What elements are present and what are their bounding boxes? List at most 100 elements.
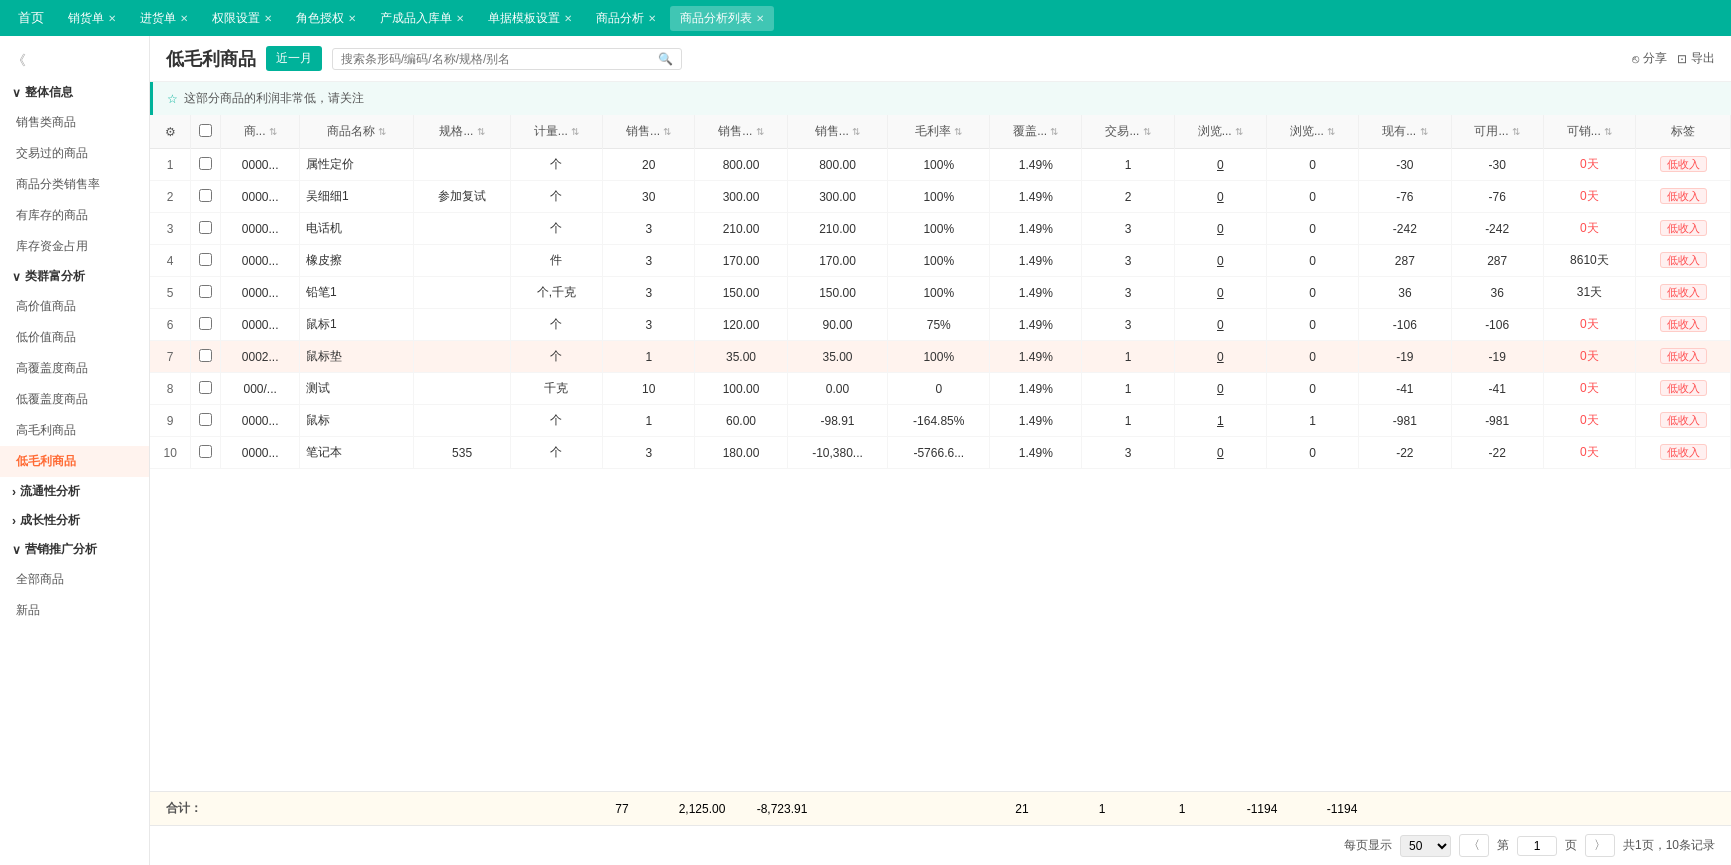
row-view1[interactable]: 0 (1174, 309, 1266, 341)
col-tag[interactable]: 标签 (1636, 115, 1731, 149)
row-stock2: 36 (1451, 277, 1543, 309)
sidebar-item-traded-products[interactable]: 交易过的商品 (0, 138, 149, 169)
nav-permissions[interactable]: 权限设置 ✕ (202, 6, 282, 31)
nav-close-sales[interactable]: ✕ (108, 13, 116, 24)
row-view1[interactable]: 0 (1174, 149, 1266, 181)
row-checkbox[interactable] (191, 149, 221, 181)
sidebar-item-all-products[interactable]: 全部商品 (0, 564, 149, 595)
sidebar-item-low-coverage[interactable]: 低覆盖度商品 (0, 384, 149, 415)
sidebar-item-high-coverage[interactable]: 高覆盖度商品 (0, 353, 149, 384)
nav-home[interactable]: 首页 (8, 5, 54, 31)
nav-close-product-entry[interactable]: ✕ (456, 13, 464, 24)
row-view1[interactable]: 0 (1174, 437, 1266, 469)
col-sale1[interactable]: 销售... ⇅ (603, 115, 695, 149)
row-view1[interactable]: 1 (1174, 405, 1266, 437)
col-cover[interactable]: 覆盖... ⇅ (990, 115, 1082, 149)
sidebar-item-high-value[interactable]: 高价值商品 (0, 291, 149, 322)
sidebar-collapse-btn[interactable]: 《 (8, 48, 30, 74)
col-days[interactable]: 可销... ⇅ (1543, 115, 1635, 149)
col-view1[interactable]: 浏览... ⇅ (1174, 115, 1266, 149)
nav-sales[interactable]: 销货单 ✕ (58, 6, 126, 31)
nav-close-analysis-list[interactable]: ✕ (756, 13, 764, 24)
row-sale2: 150.00 (695, 277, 787, 309)
sidebar-item-stocked-products[interactable]: 有库存的商品 (0, 200, 149, 231)
export-btn[interactable]: ⊡ 导出 (1677, 50, 1715, 67)
row-days: 0天 (1543, 213, 1635, 245)
row-code: 0000... (221, 277, 300, 309)
page-input[interactable] (1517, 836, 1557, 856)
row-code: 000/... (221, 373, 300, 405)
row-checkbox[interactable] (191, 341, 221, 373)
nav-template[interactable]: 单据模板设置 ✕ (478, 6, 582, 31)
col-view2[interactable]: 浏览... ⇅ (1266, 115, 1358, 149)
row-tag: 低收入 (1636, 341, 1731, 373)
col-sale3[interactable]: 销售... ⇅ (787, 115, 888, 149)
nav-close-analysis[interactable]: ✕ (648, 13, 656, 24)
row-view1[interactable]: 0 (1174, 181, 1266, 213)
row-view1[interactable]: 0 (1174, 341, 1266, 373)
col-name[interactable]: 商品名称 ⇅ (299, 115, 413, 149)
sidebar-group-overall[interactable]: ∨ 整体信息 (0, 78, 149, 107)
nav-roles[interactable]: 角色授权 ✕ (286, 6, 366, 31)
row-checkbox[interactable] (191, 245, 221, 277)
row-trade: 1 (1082, 405, 1174, 437)
nav-analysis-list[interactable]: 商品分析列表 ✕ (670, 6, 774, 31)
row-view1[interactable]: 0 (1174, 245, 1266, 277)
footer-stock2: -1194 (1302, 802, 1382, 816)
row-view2: 0 (1266, 149, 1358, 181)
prev-page-btn[interactable]: 〈 (1459, 834, 1489, 857)
col-gross[interactable]: 毛利率 ⇅ (888, 115, 990, 149)
col-spec[interactable]: 规格... ⇅ (414, 115, 510, 149)
select-all-checkbox[interactable] (199, 124, 212, 137)
row-checkbox[interactable] (191, 213, 221, 245)
row-checkbox[interactable] (191, 181, 221, 213)
row-checkbox[interactable] (191, 373, 221, 405)
sidebar-item-high-margin[interactable]: 高毛利商品 (0, 415, 149, 446)
sidebar-group-liquidity[interactable]: › 流通性分析 (0, 477, 149, 506)
tag-badge: 低收入 (1660, 284, 1707, 300)
col-sale2[interactable]: 销售... ⇅ (695, 115, 787, 149)
col-trade[interactable]: 交易... ⇅ (1082, 115, 1174, 149)
sidebar-item-sales-products[interactable]: 销售类商品 (0, 107, 149, 138)
next-page-btn[interactable]: 〉 (1585, 834, 1615, 857)
col-unit[interactable]: 计量... ⇅ (510, 115, 602, 149)
nav-close-template[interactable]: ✕ (564, 13, 572, 24)
col-stock2[interactable]: 可用... ⇅ (1451, 115, 1543, 149)
col-settings[interactable]: ⚙ (150, 115, 191, 149)
search-input[interactable] (341, 52, 658, 66)
sidebar-item-stock-capital[interactable]: 库存资金占用 (0, 231, 149, 262)
search-icon[interactable]: 🔍 (658, 52, 673, 66)
row-view1[interactable]: 0 (1174, 373, 1266, 405)
sidebar-group-growth[interactable]: › 成长性分析 (0, 506, 149, 535)
row-checkbox[interactable] (191, 405, 221, 437)
nav-analysis[interactable]: 商品分析 ✕ (586, 6, 666, 31)
search-box[interactable]: 🔍 (332, 48, 682, 70)
row-sale3: 210.00 (787, 213, 888, 245)
sidebar-item-low-margin[interactable]: 低毛利商品 (0, 446, 149, 477)
col-stock1[interactable]: 现有... ⇅ (1359, 115, 1451, 149)
col-code[interactable]: 商... ⇅ (221, 115, 300, 149)
nav-close-purchase[interactable]: ✕ (180, 13, 188, 24)
row-checkbox[interactable] (191, 437, 221, 469)
row-view1[interactable]: 0 (1174, 213, 1266, 245)
row-stock1: -106 (1359, 309, 1451, 341)
nav-close-permissions[interactable]: ✕ (264, 13, 272, 24)
sidebar-group-marketing[interactable]: ∨ 营销推广分析 (0, 535, 149, 564)
date-filter-btn[interactable]: 近一月 (266, 46, 322, 71)
row-cover: 1.49% (990, 309, 1082, 341)
share-btn[interactable]: ⎋ 分享 (1632, 50, 1667, 67)
row-view1[interactable]: 0 (1174, 277, 1266, 309)
nav-product-entry[interactable]: 产成品入库单 ✕ (370, 6, 474, 31)
sidebar-item-new-products[interactable]: 新品 (0, 595, 149, 626)
row-checkbox[interactable] (191, 277, 221, 309)
nav-close-roles[interactable]: ✕ (348, 13, 356, 24)
per-page-select[interactable]: 50 100 200 (1400, 835, 1451, 857)
sidebar-group-clustering[interactable]: ∨ 类群富分析 (0, 262, 149, 291)
sidebar-item-category-sales-rate[interactable]: 商品分类销售率 (0, 169, 149, 200)
row-checkbox[interactable] (191, 309, 221, 341)
row-unit: 个 (510, 405, 602, 437)
sidebar-item-low-value[interactable]: 低价值商品 (0, 322, 149, 353)
row-spec (414, 309, 510, 341)
col-checkbox[interactable] (191, 115, 221, 149)
nav-purchase[interactable]: 进货单 ✕ (130, 6, 198, 31)
